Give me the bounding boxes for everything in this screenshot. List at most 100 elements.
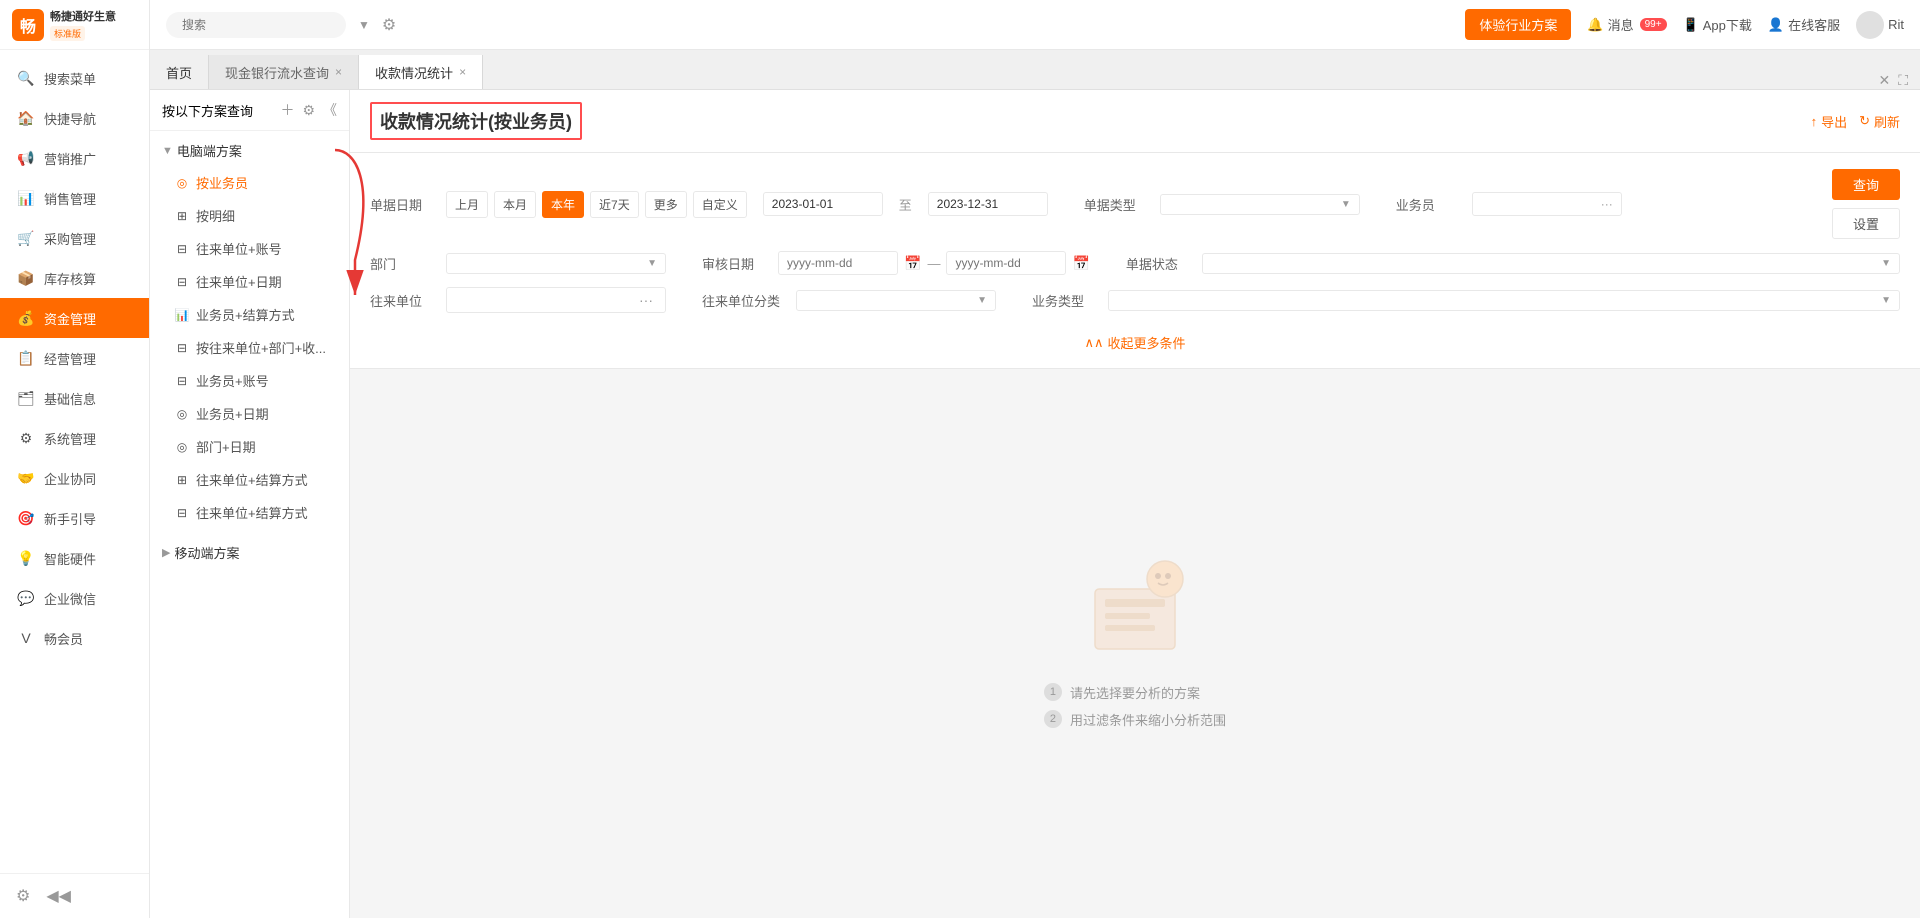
date-btn-last-month[interactable]: 上月 bbox=[446, 191, 488, 218]
trial-btn[interactable]: 体验行业方案 bbox=[1465, 9, 1571, 40]
scheme-panel: 按以下方案查询 ＋ ⚙ 《 ▼ 电脑端方案 ◎ 按业务员 ⊞ 按明 bbox=[150, 90, 350, 918]
tab-home[interactable]: 首页 bbox=[150, 55, 209, 89]
scheme-pc-header[interactable]: ▼ 电脑端方案 bbox=[150, 135, 349, 166]
scheme-add-icon[interactable]: ＋ bbox=[280, 100, 294, 120]
scheme-item-unit-settle2[interactable]: ⊟ 往来单位+结算方式 bbox=[150, 496, 349, 529]
scheme-item-unit-dept[interactable]: ⊟ 按往来单位+部门+收... bbox=[150, 331, 349, 364]
sidebar-item-purchase[interactable]: 🛒 采购管理 bbox=[0, 218, 149, 258]
collapse-row: ∧∧ 收起更多条件 bbox=[370, 325, 1900, 352]
topbar-dropdown-icon[interactable]: ▼ bbox=[358, 18, 370, 32]
salesman-select[interactable]: ··· bbox=[1472, 192, 1622, 216]
sidebar-item-finance[interactable]: 💰 资金管理 bbox=[0, 298, 149, 338]
partner-category-select[interactable]: ▼ bbox=[796, 290, 996, 311]
scheme-item-unit-account[interactable]: ⊟ 往来单位+账号 bbox=[150, 232, 349, 265]
sidebar-item-inventory[interactable]: 📦 库存核算 bbox=[0, 258, 149, 298]
export-btn[interactable]: ↑ 导出 bbox=[1811, 112, 1848, 131]
sidebar-item-quicknav[interactable]: 🏠 快捷导航 bbox=[0, 98, 149, 138]
topbar-left: ▼ ⚙ bbox=[166, 12, 396, 38]
sidebar-item-search[interactable]: 🔍 搜索菜单 bbox=[0, 58, 149, 98]
tab-bank-close[interactable]: × bbox=[335, 65, 342, 79]
salesman-active-icon: ◎ bbox=[174, 175, 190, 191]
page-main: 收款情况统计(按业务员) ↑ 导出 ↻ 刷新 单据日期 bbox=[350, 90, 1920, 918]
corp-icon: 🤝 bbox=[16, 468, 36, 488]
scheme-collapse-icon[interactable]: 《 bbox=[323, 100, 337, 120]
sidebar-item-guide[interactable]: 🎯 新手引导 bbox=[0, 498, 149, 538]
sidebar-item-vip[interactable]: V 畅会员 bbox=[0, 618, 149, 658]
scheme-item-by-salesman[interactable]: ◎ 按业务员 bbox=[150, 166, 349, 199]
sidebar-item-wechat[interactable]: 💬 企业微信 bbox=[0, 578, 149, 618]
notification-btn[interactable]: 🔔 消息 99+ bbox=[1587, 15, 1666, 34]
topbar: ▼ ⚙ 体验行业方案 🔔 消息 99+ 📱 App下载 👤 在线客服 Rit bbox=[150, 0, 1920, 50]
marketing-icon: 📢 bbox=[16, 148, 36, 168]
date-to-input[interactable] bbox=[928, 192, 1048, 216]
scheme-header-icons: ＋ ⚙ 《 bbox=[280, 100, 337, 120]
scheme-item-dept-date[interactable]: ◎ 部门+日期 bbox=[150, 430, 349, 463]
sidebar-item-hardware[interactable]: 💡 智能硬件 bbox=[0, 538, 149, 578]
date-from-input[interactable] bbox=[763, 192, 883, 216]
scheme-mobile-header[interactable]: ▶ 移动端方案 bbox=[150, 537, 349, 568]
doc-status-label: 单据状态 bbox=[1126, 254, 1186, 273]
user-avatar[interactable]: Rit bbox=[1856, 11, 1904, 39]
refresh-btn[interactable]: ↻ 刷新 bbox=[1859, 112, 1900, 131]
tab-maximize-icon[interactable]: ⛶ bbox=[1898, 72, 1908, 89]
query-btn[interactable]: 查询 bbox=[1832, 169, 1900, 200]
unit-dept-icon: ⊟ bbox=[174, 340, 190, 356]
doc-type-select[interactable]: ▼ bbox=[1160, 194, 1360, 215]
date-btn-7days[interactable]: 近7天 bbox=[590, 191, 639, 218]
review-date-to[interactable] bbox=[946, 251, 1066, 275]
date-btn-more[interactable]: 更多 bbox=[645, 191, 687, 218]
partner-select[interactable]: ··· bbox=[446, 287, 666, 313]
settings-gear-icon[interactable]: ⚙ bbox=[16, 886, 30, 906]
tabs-bar: 首页 现金银行流水查询 × 收款情况统计 × ✕ ⛶ bbox=[150, 50, 1920, 90]
review-date-group: 📅 — 📅 bbox=[778, 251, 1090, 275]
date-btn-this-month[interactable]: 本月 bbox=[494, 191, 536, 218]
collapse-btn[interactable]: ∧∧ 收起更多条件 bbox=[1084, 333, 1185, 352]
guide-icon: 🎯 bbox=[16, 508, 36, 528]
scheme-item-salesman-account[interactable]: ⊟ 业务员+账号 bbox=[150, 364, 349, 397]
scheme-settings-icon[interactable]: ⚙ bbox=[302, 102, 315, 119]
sidebar-item-marketing[interactable]: 📢 营销推广 bbox=[0, 138, 149, 178]
app-download-btn[interactable]: 📱 App下载 bbox=[1683, 15, 1752, 34]
tab-receipt-close[interactable]: × bbox=[459, 65, 466, 79]
unit-account-icon: ⊟ bbox=[174, 241, 190, 257]
doc-status-select[interactable]: ▼ bbox=[1202, 253, 1900, 274]
biz-type-select[interactable]: ▼ bbox=[1108, 290, 1900, 311]
review-date-from[interactable] bbox=[778, 251, 898, 275]
biz-type-chevron: ▼ bbox=[1881, 295, 1891, 306]
sidebar-item-corp[interactable]: 🤝 企业协同 bbox=[0, 458, 149, 498]
partner-more-icon[interactable]: ··· bbox=[635, 292, 657, 308]
empty-illustration bbox=[1075, 559, 1195, 659]
date-btn-custom[interactable]: 自定义 bbox=[693, 191, 747, 218]
pc-arrow-icon: ▼ bbox=[162, 145, 173, 157]
sidebar-item-basic[interactable]: 🗂 基础信息 bbox=[0, 378, 149, 418]
tab-bank[interactable]: 现金银行流水查询 × bbox=[209, 55, 359, 89]
scheme-item-unit-date[interactable]: ⊟ 往来单位+日期 bbox=[150, 265, 349, 298]
sidebar-item-system[interactable]: ⚙ 系统管理 bbox=[0, 418, 149, 458]
hint-num-1: 1 bbox=[1044, 683, 1062, 701]
collapse-sidebar-icon[interactable]: ◀◀ bbox=[46, 886, 71, 906]
purchase-icon: 🛒 bbox=[16, 228, 36, 248]
filter-settings-btn[interactable]: 设置 bbox=[1832, 208, 1900, 239]
tab-close-all-icon[interactable]: ✕ bbox=[1878, 72, 1890, 89]
salesman-more-icon[interactable]: ··· bbox=[1601, 197, 1613, 211]
online-service-btn[interactable]: 👤 在线客服 bbox=[1768, 15, 1840, 34]
topbar-search-input[interactable] bbox=[166, 12, 346, 38]
partner-label: 往来单位 bbox=[370, 291, 430, 310]
sidebar-item-operations[interactable]: 📋 经营管理 bbox=[0, 338, 149, 378]
unit-settle1-icon: ⊞ bbox=[174, 472, 190, 488]
date-btn-this-year[interactable]: 本年 bbox=[542, 191, 584, 218]
unit-settle2-icon: ⊟ bbox=[174, 505, 190, 521]
topbar-settings-icon[interactable]: ⚙ bbox=[382, 15, 396, 35]
detail-icon: ⊞ bbox=[174, 208, 190, 224]
sidebar-item-sales[interactable]: 📊 销售管理 bbox=[0, 178, 149, 218]
vip-icon: V bbox=[16, 628, 36, 648]
scheme-item-salesman-settle[interactable]: 📊 业务员+结算方式 bbox=[150, 298, 349, 331]
bottom-hints: 1 请先选择要分析的方案 2 用过滤条件来缩小分析范围 bbox=[1044, 683, 1226, 729]
scheme-item-unit-settle1[interactable]: ⊞ 往来单位+结算方式 bbox=[150, 463, 349, 496]
scheme-item-salesman-date[interactable]: ◎ 业务员+日期 bbox=[150, 397, 349, 430]
dept-select[interactable]: ▼ bbox=[446, 253, 666, 274]
scheme-item-by-detail[interactable]: ⊞ 按明细 bbox=[150, 199, 349, 232]
filter-actions: 查询 设置 bbox=[1832, 169, 1900, 239]
topbar-actions: 体验行业方案 🔔 消息 99+ 📱 App下载 👤 在线客服 Rit bbox=[1465, 9, 1904, 40]
tab-receipt[interactable]: 收款情况统计 × bbox=[359, 55, 483, 89]
